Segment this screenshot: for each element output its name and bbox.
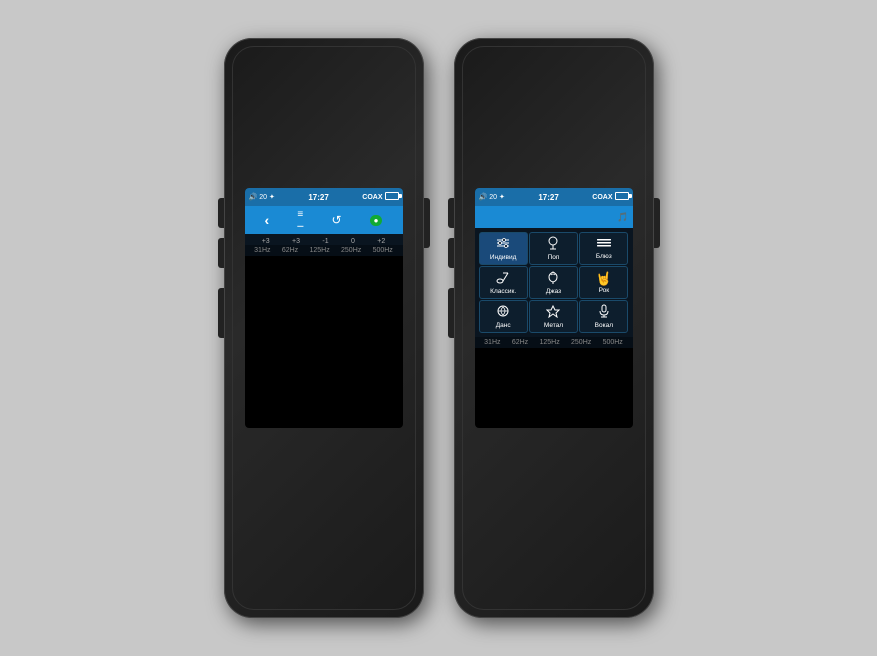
volume-value-r: 20 <box>489 194 497 201</box>
rfreq-4: 250Hz <box>571 339 591 346</box>
metal-label: Метал <box>544 322 563 329</box>
back-button[interactable]: ‹ <box>265 212 270 228</box>
pop-label: Поп <box>548 254 560 261</box>
eq-screen: 🔊 20 ✦ 17:27 COAX ‹ ≡━━ ↺ ● <box>245 188 403 428</box>
time-display: 17:27 <box>308 193 328 202</box>
classic-icon <box>496 270 510 286</box>
play-button[interactable] <box>218 288 224 338</box>
vol-down-button[interactable] <box>218 238 224 268</box>
individ-label: Индивид <box>490 254 517 261</box>
rock-icon: 🤘 <box>596 272 612 285</box>
output-label: COAX <box>362 194 382 201</box>
preset-dance[interactable]: Данс <box>479 300 528 333</box>
bluetooth-icon: ✦ <box>269 193 275 201</box>
preset-area: Индивид Поп <box>475 228 633 348</box>
eq-toolbar: ‹ ≡━━ ↺ ● <box>245 206 403 234</box>
vocal-icon <box>598 304 610 320</box>
rfreq-1: 31Hz <box>484 339 500 346</box>
jazz-icon <box>546 270 560 286</box>
partial-icon: 🎵 <box>617 212 628 223</box>
eq-labels: 31Hz 62Hz 125Hz 250Hz 500Hz <box>245 245 403 256</box>
eq-bottom-labels-r: 31Hz 62Hz 125Hz 250Hz 500Hz <box>475 337 633 348</box>
eq-val-3: -1 <box>322 238 328 245</box>
battery-indicator <box>385 192 399 202</box>
eq-val-1: +3 <box>262 238 270 245</box>
top-strip: 🎵 <box>475 206 633 228</box>
eq-val-4: 0 <box>351 238 355 245</box>
classic-label: Классик. <box>490 288 516 295</box>
preset-blues[interactable]: Блюз <box>579 232 628 265</box>
rfreq-2: 62Hz <box>512 339 528 346</box>
preset-vocal[interactable]: Вокал <box>579 300 628 333</box>
vol-down-button-r[interactable] <box>448 238 454 268</box>
eq-settings-icon[interactable]: ≡━━ <box>297 209 303 231</box>
preset-jazz[interactable]: Джаз <box>529 266 578 299</box>
dance-label: Данс <box>496 322 511 329</box>
rock-label: Рок <box>599 287 610 294</box>
volume-value: 20 <box>259 194 267 201</box>
preset-classic[interactable]: Классик. <box>479 266 528 299</box>
eq-val-5: +2 <box>377 238 385 245</box>
reset-icon[interactable]: ↺ <box>331 213 341 227</box>
preset-pop[interactable]: Поп <box>529 232 578 265</box>
preset-rock[interactable]: 🤘 Рок <box>579 266 628 299</box>
device-eq: 🔊 20 ✦ 17:27 COAX ‹ ≡━━ ↺ ● <box>224 38 424 618</box>
eq-val-2: +3 <box>292 238 300 245</box>
eq-values: +3 +3 -1 0 +2 <box>245 234 403 245</box>
freq-4: 250Hz <box>341 247 361 254</box>
blues-label: Блюз <box>596 253 612 260</box>
device-preset: 🔊 20 ✦ 17:27 COAX 🎵 <box>454 38 654 618</box>
metal-icon <box>546 304 560 320</box>
preset-individ[interactable]: Индивид <box>479 232 528 265</box>
freq-3: 125Hz <box>309 247 329 254</box>
volume-icon: 🔊 <box>249 193 258 201</box>
eq-area: +3 +3 -1 0 +2 <box>245 234 403 256</box>
dance-icon <box>496 304 510 320</box>
scene: 🔊 20 ✦ 17:27 COAX ‹ ≡━━ ↺ ● <box>0 0 877 656</box>
individ-icon <box>495 237 511 252</box>
power-button-r[interactable] <box>654 198 660 248</box>
jazz-label: Джаз <box>546 288 561 295</box>
freq-1: 31Hz <box>254 247 270 254</box>
volume-icon-r: 🔊 <box>479 193 488 201</box>
time-display-r: 17:27 <box>538 193 558 202</box>
power-button[interactable] <box>424 198 430 248</box>
preset-metal[interactable]: Метал <box>529 300 578 333</box>
toggle-switch[interactable]: ● <box>370 215 383 226</box>
freq-2: 62Hz <box>282 247 298 254</box>
status-bar: 🔊 20 ✦ 17:27 COAX <box>245 188 403 206</box>
blues-icon <box>596 237 612 251</box>
bluetooth-icon-r: ✦ <box>499 193 505 201</box>
vocal-label: Вокал <box>595 322 613 329</box>
rfreq-3: 125Hz <box>539 339 559 346</box>
rfreq-5: 500Hz <box>603 339 623 346</box>
status-bar-r: 🔊 20 ✦ 17:27 COAX <box>475 188 633 206</box>
output-label-r: COAX <box>592 194 612 201</box>
play-button-r[interactable] <box>448 288 454 338</box>
preset-screen: 🔊 20 ✦ 17:27 COAX 🎵 <box>475 188 633 428</box>
pop-icon <box>546 236 560 252</box>
vol-up-button[interactable] <box>218 198 224 228</box>
preset-grid: Индивид Поп <box>475 228 633 337</box>
battery-indicator-r <box>615 192 629 202</box>
freq-5: 500Hz <box>373 247 393 254</box>
vol-up-button-r[interactable] <box>448 198 454 228</box>
